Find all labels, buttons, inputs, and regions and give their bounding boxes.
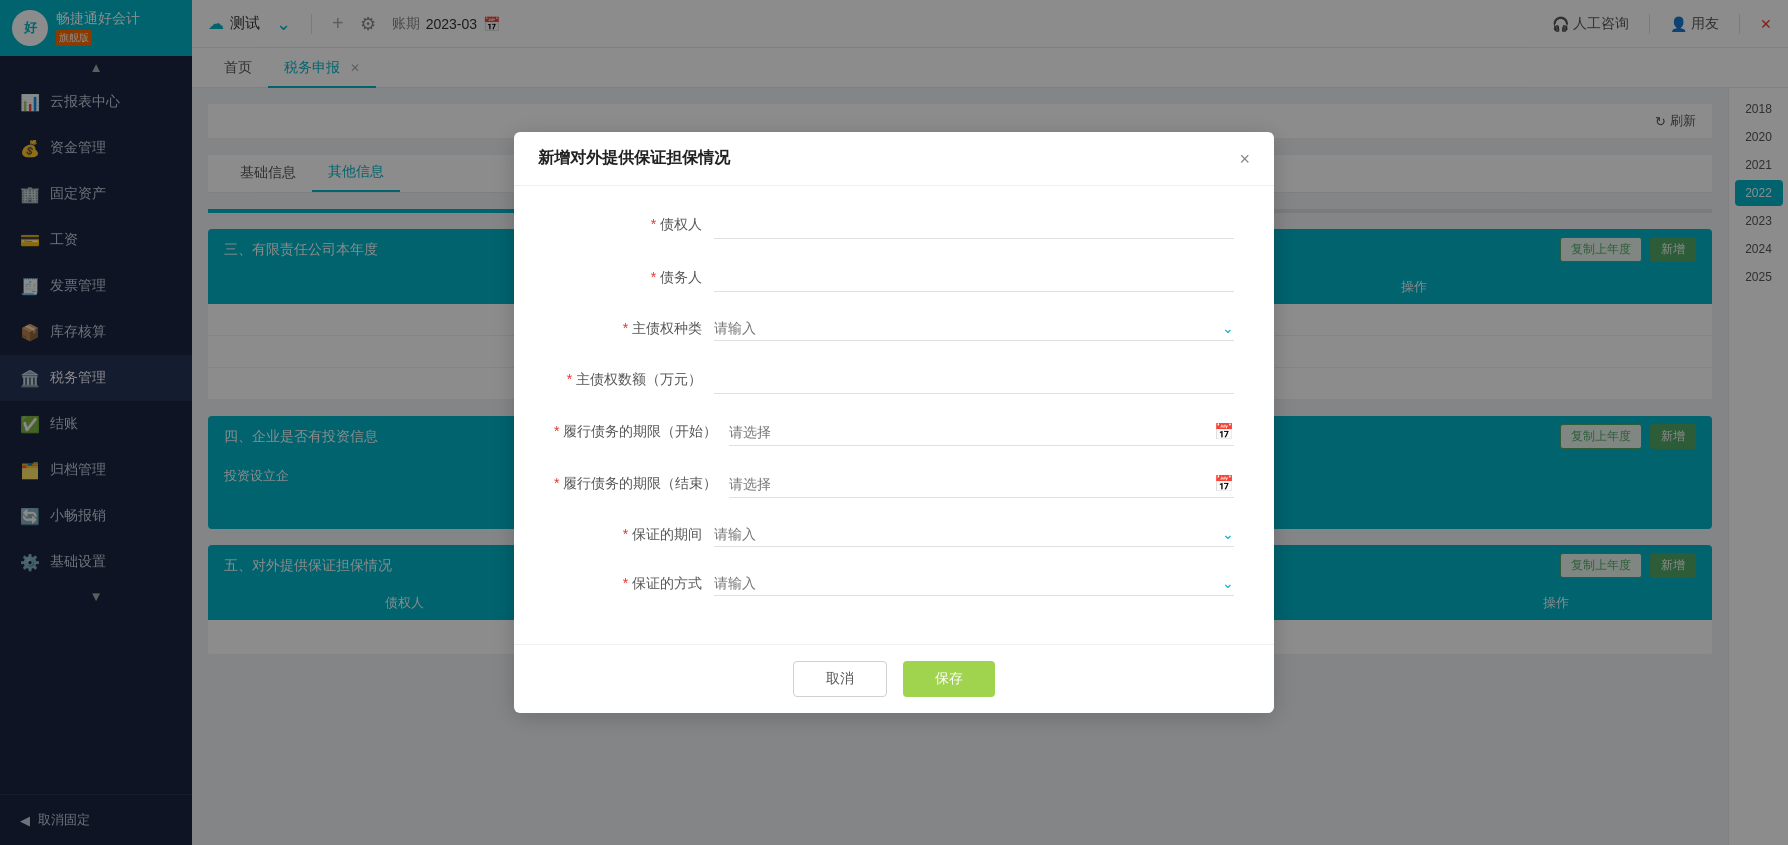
save-button[interactable]: 保存 — [903, 661, 995, 697]
guarantee-period-input[interactable] — [714, 526, 1222, 542]
creditor-input[interactable] — [714, 210, 1234, 239]
period-end-label: * 履行债务的期限（结束） — [554, 475, 729, 493]
claim-amount-input[interactable] — [714, 365, 1234, 394]
dialog-footer: 取消 保存 — [514, 644, 1274, 713]
guarantee-period-control: ⌄ — [714, 522, 1234, 547]
guarantee-period-dropdown-icon: ⌄ — [1222, 526, 1234, 542]
period-start-date-wrapper[interactable]: 📅 — [729, 418, 1234, 446]
claim-type-dropdown-icon: ⌄ — [1222, 320, 1234, 336]
guarantee-period-label: * 保证的期间 — [554, 526, 714, 544]
claim-type-input[interactable] — [714, 320, 1222, 336]
guarantee-method-dropdown-icon: ⌄ — [1222, 575, 1234, 591]
form-row-period-end: * 履行债务的期限（结束） 📅 — [554, 470, 1234, 498]
claim-type-select-wrapper[interactable]: ⌄ — [714, 316, 1234, 341]
dialog-close-button[interactable]: × — [1239, 150, 1250, 168]
period-end-input[interactable] — [729, 476, 1214, 492]
form-row-claim-type: * 主债权种类 ⌄ — [554, 316, 1234, 341]
claim-amount-control — [714, 365, 1234, 394]
guarantee-period-select-wrapper[interactable]: ⌄ — [714, 522, 1234, 547]
creditor-control — [714, 210, 1234, 239]
guarantee-method-input[interactable] — [714, 575, 1222, 591]
form-row-creditor: * 债权人 — [554, 210, 1234, 239]
period-start-input[interactable] — [729, 424, 1214, 440]
form-row-guarantee-period: * 保证的期间 ⌄ — [554, 522, 1234, 547]
guarantee-method-control: ⌄ — [714, 571, 1234, 596]
period-end-control: 📅 — [729, 470, 1234, 498]
claim-type-control: ⌄ — [714, 316, 1234, 341]
period-end-date-wrapper[interactable]: 📅 — [729, 470, 1234, 498]
claim-type-label: * 主债权种类 — [554, 320, 714, 338]
claim-amount-label: * 主债权数额（万元） — [554, 371, 714, 389]
form-row-claim-amount: * 主债权数额（万元） — [554, 365, 1234, 394]
form-row-debtor: * 债务人 — [554, 263, 1234, 292]
debtor-input[interactable] — [714, 263, 1234, 292]
guarantee-method-label: * 保证的方式 — [554, 575, 714, 593]
dialog-title: 新增对外提供保证担保情况 — [538, 148, 730, 169]
debtor-label: * 债务人 — [554, 269, 714, 287]
dialog-body: * 债权人 * 债务人 * — [514, 186, 1274, 644]
dialog: 新增对外提供保证担保情况 × * 债权人 * 债务人 — [514, 132, 1274, 713]
creditor-label: * 债权人 — [554, 216, 714, 234]
period-end-calendar-icon: 📅 — [1214, 474, 1234, 493]
form-row-period-start: * 履行债务的期限（开始） 📅 — [554, 418, 1234, 446]
cancel-button[interactable]: 取消 — [793, 661, 887, 697]
dialog-header: 新增对外提供保证担保情况 × — [514, 132, 1274, 186]
period-start-calendar-icon: 📅 — [1214, 422, 1234, 441]
period-start-control: 📅 — [729, 418, 1234, 446]
dialog-overlay: 新增对外提供保证担保情况 × * 债权人 * 债务人 — [0, 0, 1788, 845]
period-start-label: * 履行债务的期限（开始） — [554, 423, 729, 441]
debtor-control — [714, 263, 1234, 292]
guarantee-method-select-wrapper[interactable]: ⌄ — [714, 571, 1234, 596]
form-row-guarantee-method: * 保证的方式 ⌄ — [554, 571, 1234, 596]
